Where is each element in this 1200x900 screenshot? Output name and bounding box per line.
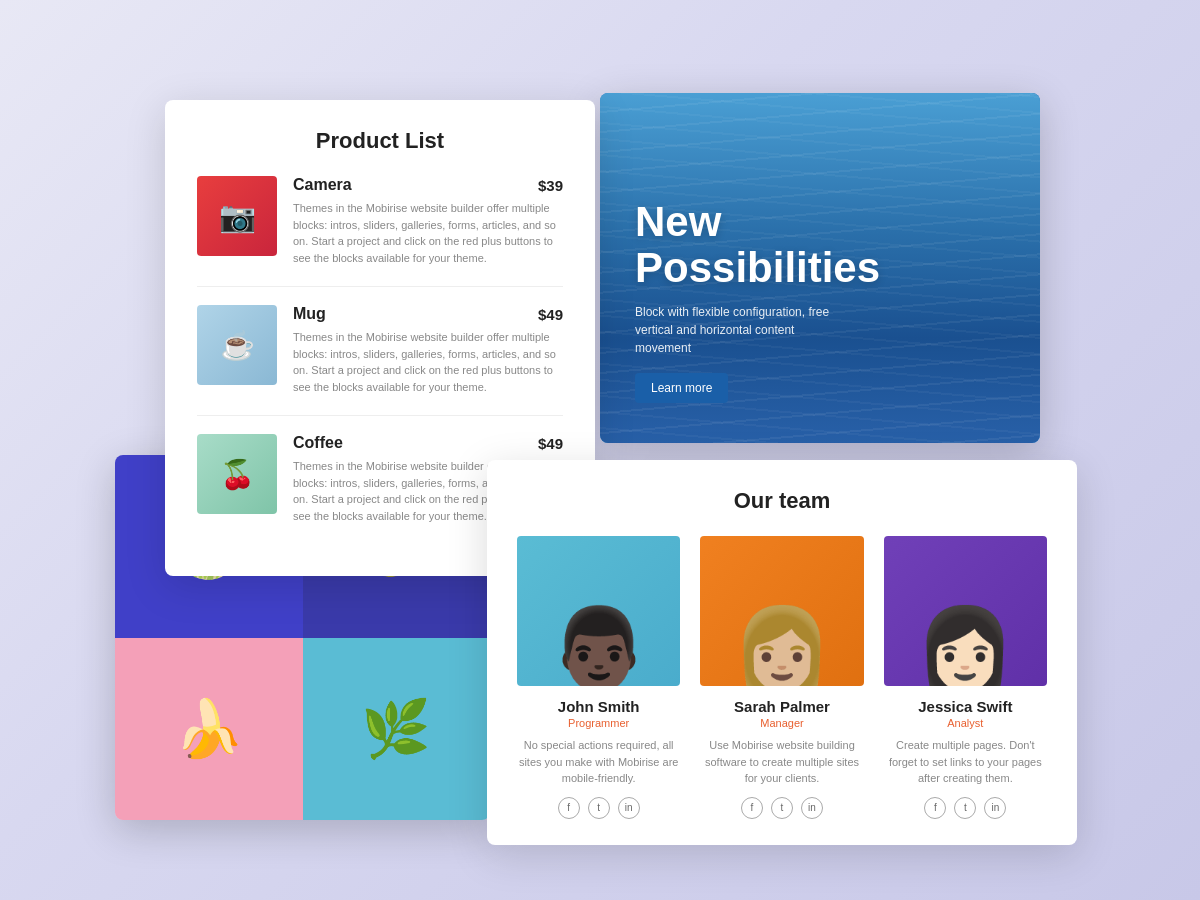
jessica-facebook-icon[interactable]: f (924, 797, 946, 819)
team-member-john: John Smith Programmer No special actions… (517, 536, 680, 819)
team-card: Our team John Smith Programmer No specia… (487, 460, 1077, 845)
team-desc-jessica: Create multiple pages. Don't forget to s… (884, 737, 1047, 787)
product-info-camera: Camera $39 Themes in the Mobirise websit… (293, 176, 563, 266)
hero-card: New Possibilities Block with flexible co… (600, 93, 1040, 443)
team-member-jessica: Jessica Swift Analyst Create multiple pa… (884, 536, 1047, 819)
hero-title: New Possibilities (635, 199, 880, 291)
team-members-grid: John Smith Programmer No special actions… (517, 536, 1047, 819)
team-member-sarah: Sarah Palmer Manager Use Mobirise websit… (700, 536, 863, 819)
john-instagram-icon[interactable]: in (618, 797, 640, 819)
team-socials-sarah: f t in (700, 797, 863, 819)
jessica-instagram-icon[interactable]: in (984, 797, 1006, 819)
team-title: Our team (517, 488, 1047, 514)
team-name-sarah: Sarah Palmer (700, 698, 863, 715)
product-thumb-coffee (197, 434, 277, 514)
team-photo-john (517, 536, 680, 686)
team-role-jessica: Analyst (884, 717, 1047, 729)
photo-cell-banana (115, 638, 303, 821)
hero-title-line1: New (635, 198, 721, 245)
john-twitter-icon[interactable]: t (588, 797, 610, 819)
hero-subtitle: Block with flexible configuration, free … (635, 303, 835, 357)
hero-ocean-bg: New Possibilities Block with flexible co… (600, 93, 1040, 443)
product-desc-mug: Themes in the Mobirise website builder o… (293, 329, 563, 395)
product-price-camera: $39 (538, 177, 563, 194)
product-name-mug: Mug (293, 305, 326, 323)
product-item-camera: Camera $39 Themes in the Mobirise websit… (197, 176, 563, 266)
team-socials-john: f t in (517, 797, 680, 819)
photo-cell-leaf (303, 638, 491, 821)
product-thumb-camera (197, 176, 277, 256)
john-facebook-icon[interactable]: f (558, 797, 580, 819)
team-role-sarah: Manager (700, 717, 863, 729)
sarah-facebook-icon[interactable]: f (741, 797, 763, 819)
team-photo-jessica (884, 536, 1047, 686)
product-divider-2 (197, 415, 563, 416)
product-price-mug: $49 (538, 306, 563, 323)
product-name-coffee: Coffee (293, 434, 343, 452)
team-photo-sarah (700, 536, 863, 686)
product-divider-1 (197, 286, 563, 287)
sarah-instagram-icon[interactable]: in (801, 797, 823, 819)
product-thumb-mug (197, 305, 277, 385)
hero-learn-more-button[interactable]: Learn more (635, 373, 728, 403)
product-name-row-coffee: Coffee $49 (293, 434, 563, 452)
product-desc-camera: Themes in the Mobirise website builder o… (293, 200, 563, 266)
team-socials-jessica: f t in (884, 797, 1047, 819)
team-name-john: John Smith (517, 698, 680, 715)
jessica-twitter-icon[interactable]: t (954, 797, 976, 819)
product-name-row-camera: Camera $39 (293, 176, 563, 194)
product-list-title: Product List (197, 128, 563, 154)
product-name-row-mug: Mug $49 (293, 305, 563, 323)
team-role-john: Programmer (517, 717, 680, 729)
hero-title-line2: Possibilities (635, 244, 880, 291)
team-desc-sarah: Use Mobirise website building software t… (700, 737, 863, 787)
product-item-mug: Mug $49 Themes in the Mobirise website b… (197, 305, 563, 395)
product-price-coffee: $49 (538, 435, 563, 452)
hero-content: New Possibilities Block with flexible co… (635, 199, 880, 403)
sarah-twitter-icon[interactable]: t (771, 797, 793, 819)
product-name-camera: Camera (293, 176, 352, 194)
team-desc-john: No special actions required, all sites y… (517, 737, 680, 787)
product-info-mug: Mug $49 Themes in the Mobirise website b… (293, 305, 563, 395)
team-name-jessica: Jessica Swift (884, 698, 1047, 715)
